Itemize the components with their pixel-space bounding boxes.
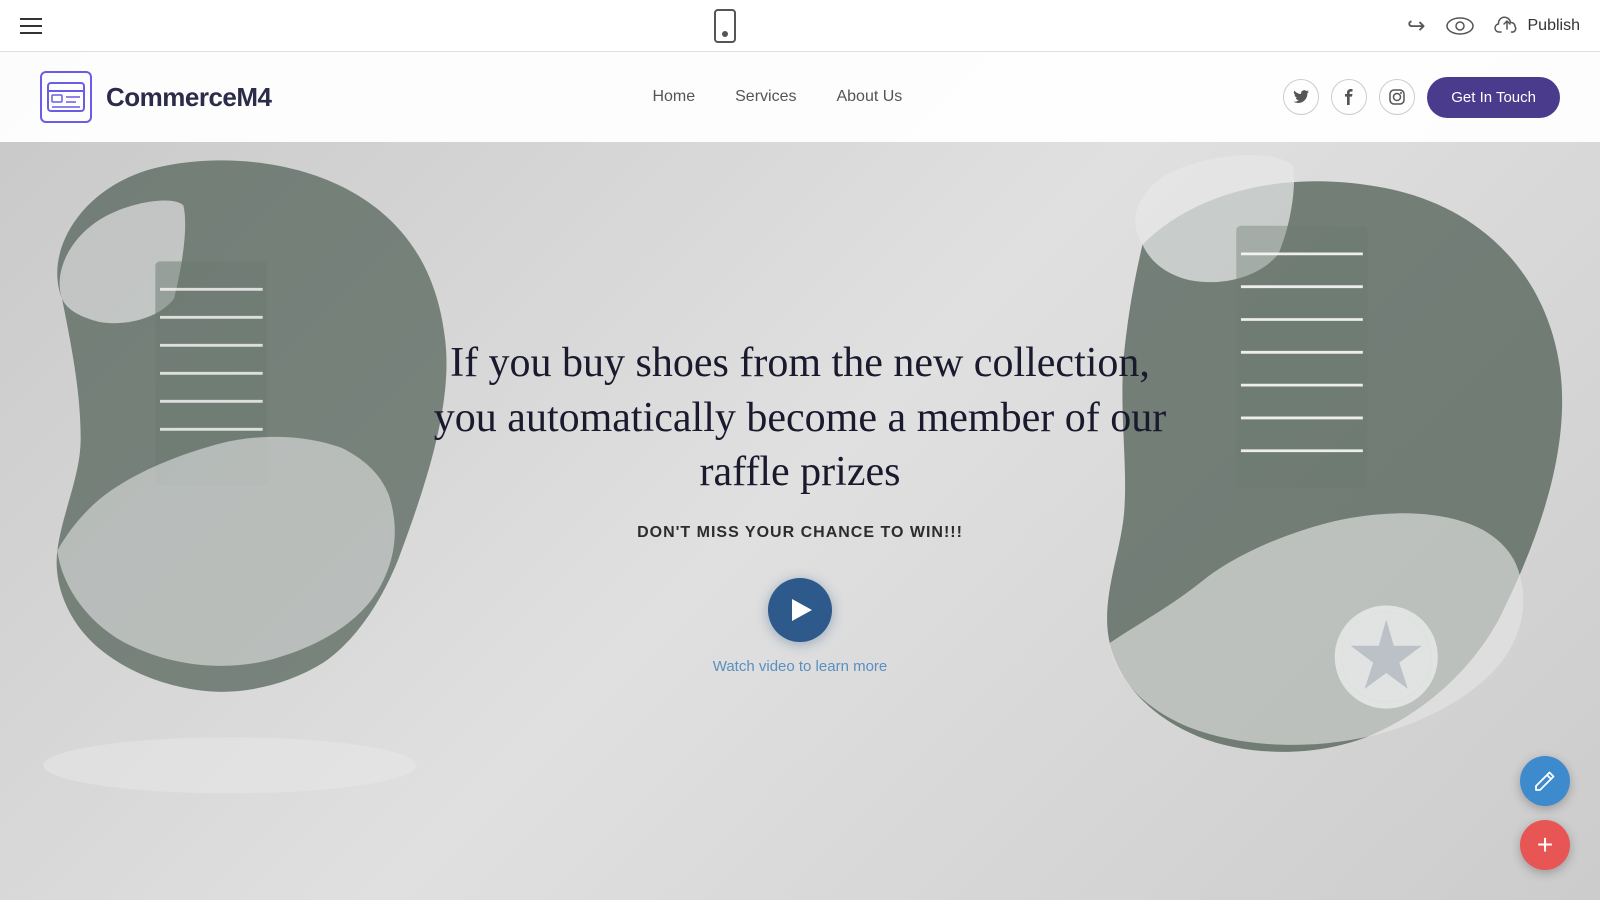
- get-in-touch-button[interactable]: Get In Touch: [1427, 77, 1560, 118]
- navigation-bar: CommerceM4 Home Services About Us: [0, 52, 1600, 142]
- toolbar-left: [20, 18, 42, 34]
- cloud-upload-icon: [1494, 15, 1520, 37]
- nav-links: Home Services About Us: [652, 88, 902, 106]
- fab-edit-button[interactable]: [1520, 756, 1570, 806]
- publish-button[interactable]: Publish: [1494, 15, 1580, 37]
- play-video-button[interactable]: [768, 578, 832, 642]
- website-preview: If you buy shoes from the new collection…: [0, 52, 1600, 900]
- nav-right: Get In Touch: [1283, 77, 1560, 118]
- logo-svg: [46, 77, 86, 117]
- watch-video-link[interactable]: Watch video to learn more: [713, 658, 888, 675]
- hero-section: If you buy shoes from the new collection…: [0, 52, 1600, 900]
- logo-area: CommerceM4: [40, 71, 272, 123]
- pencil-icon: [1534, 770, 1556, 792]
- fab-container: +: [1520, 756, 1570, 870]
- toolbar-right: ↩ Publish: [1407, 13, 1580, 39]
- instagram-social-button[interactable]: [1379, 79, 1415, 115]
- twitter-social-button[interactable]: [1283, 79, 1319, 115]
- publish-label: Publish: [1528, 17, 1580, 35]
- brand-name: CommerceM4: [106, 82, 272, 113]
- hero-title: If you buy shoes from the new collection…: [420, 336, 1180, 500]
- plus-icon: +: [1537, 829, 1553, 861]
- nav-link-home[interactable]: Home: [652, 88, 695, 106]
- nav-link-about[interactable]: About Us: [836, 88, 902, 106]
- nav-link-services[interactable]: Services: [735, 88, 796, 106]
- logo-icon: [40, 71, 92, 123]
- mobile-preview-icon[interactable]: [707, 8, 743, 44]
- undo-icon[interactable]: ↩: [1407, 13, 1425, 39]
- facebook-social-button[interactable]: [1331, 79, 1367, 115]
- toolbar-center: [707, 8, 743, 44]
- play-triangle-icon: [792, 599, 812, 621]
- toolbar: ↩ Publish: [0, 0, 1600, 52]
- hamburger-menu-icon[interactable]: [20, 18, 42, 34]
- hero-content: If you buy shoes from the new collection…: [400, 316, 1200, 696]
- fab-add-button[interactable]: +: [1520, 820, 1570, 870]
- hero-subtitle: DON'T MISS YOUR CHANCE TO WIN!!!: [420, 524, 1180, 542]
- preview-icon[interactable]: [1446, 17, 1474, 35]
